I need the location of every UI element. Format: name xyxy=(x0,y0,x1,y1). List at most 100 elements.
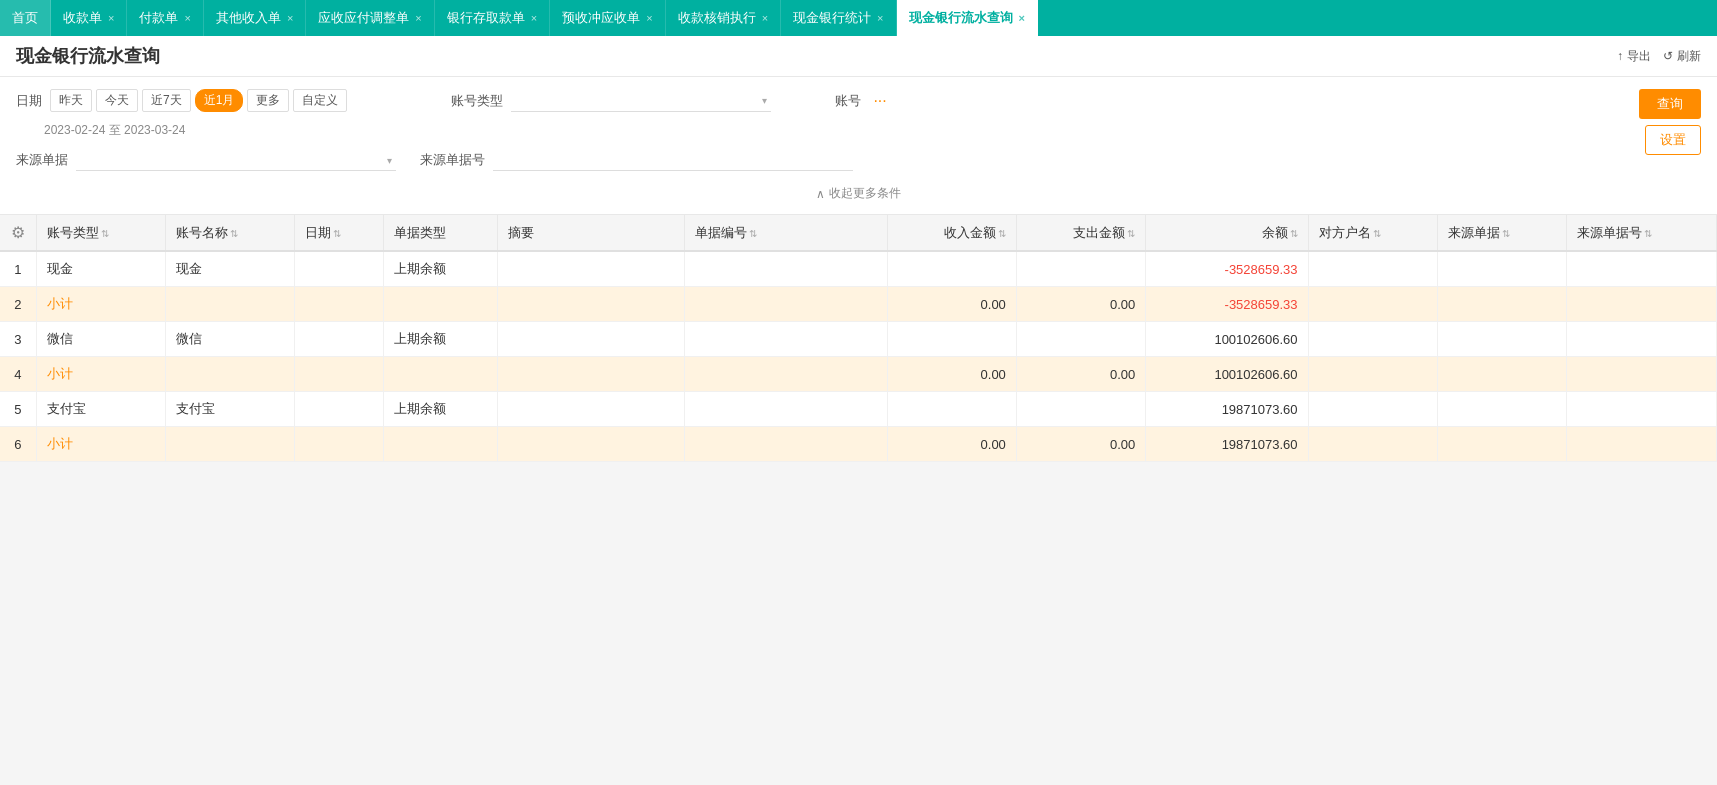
gear-icon: ⚙ xyxy=(11,224,25,241)
nav-item-现金银行流水查询[interactable]: 现金银行流水查询× xyxy=(897,0,1038,36)
nav-item-付款单[interactable]: 付款单× xyxy=(127,0,203,36)
date-1month[interactable]: 近1月 xyxy=(195,89,244,112)
cell-counterparty xyxy=(1308,251,1437,287)
cell-source-doc-no xyxy=(1567,392,1717,427)
cell-doc-no xyxy=(684,392,887,427)
nav-item-应收应付调整单[interactable]: 应收应付调整单× xyxy=(306,0,434,36)
close-icon[interactable]: × xyxy=(287,12,293,24)
cell-account-name xyxy=(165,427,294,462)
col-source-doc-no[interactable]: 来源单据号⇅ xyxy=(1567,215,1717,251)
nav-item-预收冲应收单[interactable]: 预收冲应收单× xyxy=(550,0,665,36)
sort-icon-doc-no: ⇅ xyxy=(749,228,757,239)
filter-area: 日期 昨天 今天 近7天 近1月 更多 自定义 账号类型 xyxy=(0,77,1717,215)
source-doc-select[interactable] xyxy=(76,149,396,171)
close-icon[interactable]: × xyxy=(762,12,768,24)
cell-expense xyxy=(1016,392,1145,427)
nav-item-首页[interactable]: 首页 xyxy=(0,0,51,36)
account-type-label: 账号类型 xyxy=(451,92,503,110)
cell-account-name: 微信 xyxy=(165,322,294,357)
cell-income: 0.00 xyxy=(887,357,1016,392)
table-row: 6小计0.000.0019871073.60 xyxy=(0,427,1717,462)
cell-date xyxy=(295,427,384,462)
col-summary[interactable]: 摘要 xyxy=(497,215,684,251)
filter-left: 日期 昨天 今天 近7天 近1月 更多 自定义 账号类型 xyxy=(16,89,1639,181)
col-account-name[interactable]: 账号名称⇅ xyxy=(165,215,294,251)
filter-row-2: 来源单据 ▾ 来源单据号 xyxy=(16,149,1639,171)
col-account-type[interactable]: 账号类型⇅ xyxy=(36,215,165,251)
cell-counterparty xyxy=(1308,287,1437,322)
cell-doc-type xyxy=(384,287,498,322)
cell-balance: -3528659.33 xyxy=(1146,251,1308,287)
nav-item-银行存取款单[interactable]: 银行存取款单× xyxy=(435,0,550,36)
col-income[interactable]: 收入金额⇅ xyxy=(887,215,1016,251)
date-today[interactable]: 今天 xyxy=(96,89,138,112)
close-icon[interactable]: × xyxy=(1019,12,1025,24)
collapse-label: 收起更多条件 xyxy=(829,185,901,202)
account-type-select[interactable] xyxy=(511,90,771,112)
col-balance[interactable]: 余额⇅ xyxy=(1146,215,1308,251)
settings-button[interactable]: 设置 xyxy=(1645,125,1701,155)
sort-icon-account-name: ⇅ xyxy=(230,228,238,239)
cell-account-type: 小计 xyxy=(36,287,165,322)
cell-income xyxy=(887,322,1016,357)
account-type-group: 账号类型 ▾ xyxy=(451,90,771,112)
source-doc-group: 来源单据 ▾ xyxy=(16,149,396,171)
account-ellipsis[interactable]: ··· xyxy=(869,92,890,110)
cell-date xyxy=(295,392,384,427)
source-doc-input-wrap: ▾ xyxy=(76,149,396,171)
close-icon[interactable]: × xyxy=(646,12,652,24)
cell-doc-type xyxy=(384,357,498,392)
sort-icon-source-doc-no: ⇅ xyxy=(1644,228,1652,239)
table-container: ⚙ 账号类型⇅ 账号名称⇅ 日期⇅ 单据类型 摘要 单据编号⇅ 收入金额⇅ 支出… xyxy=(0,215,1717,462)
cell-doc-no xyxy=(684,287,887,322)
col-expense[interactable]: 支出金额⇅ xyxy=(1016,215,1145,251)
source-doc-label: 来源单据 xyxy=(16,151,68,169)
nav-item-现金银行统计[interactable]: 现金银行统计× xyxy=(781,0,896,36)
close-icon[interactable]: × xyxy=(531,12,537,24)
export-button[interactable]: ↑ 导出 xyxy=(1617,48,1651,65)
col-date[interactable]: 日期⇅ xyxy=(295,215,384,251)
cell-source-doc-no xyxy=(1567,251,1717,287)
sort-icon-expense: ⇅ xyxy=(1127,228,1135,239)
cell-source-doc-no xyxy=(1567,427,1717,462)
cell-id: 3 xyxy=(0,322,36,357)
refresh-button[interactable]: ↺ 刷新 xyxy=(1663,48,1701,65)
close-icon[interactable]: × xyxy=(184,12,190,24)
date-custom[interactable]: 自定义 xyxy=(293,89,347,112)
col-counterparty[interactable]: 对方户名⇅ xyxy=(1308,215,1437,251)
col-source-doc[interactable]: 来源单据⇅ xyxy=(1437,215,1566,251)
export-icon: ↑ xyxy=(1617,49,1623,63)
cell-counterparty xyxy=(1308,322,1437,357)
table-row: 1现金现金上期余额-3528659.33 xyxy=(0,251,1717,287)
top-nav: 首页收款单×付款单×其他收入单×应收应付调整单×银行存取款单×预收冲应收单×收款… xyxy=(0,0,1717,36)
cell-doc-type: 上期余额 xyxy=(384,322,498,357)
query-button[interactable]: 查询 xyxy=(1639,89,1701,119)
sort-icon-source-doc: ⇅ xyxy=(1502,228,1510,239)
filter-row-1: 日期 昨天 今天 近7天 近1月 更多 自定义 账号类型 xyxy=(16,89,1639,112)
cell-income xyxy=(887,251,1016,287)
col-gear[interactable]: ⚙ xyxy=(0,215,36,251)
nav-item-收款单[interactable]: 收款单× xyxy=(51,0,127,36)
date-range-text: 2023-02-24 至 2023-03-24 xyxy=(44,123,185,137)
date-yesterday[interactable]: 昨天 xyxy=(50,89,92,112)
cell-expense: 0.00 xyxy=(1016,357,1145,392)
cell-doc-no xyxy=(684,427,887,462)
filter-main: 日期 昨天 今天 近7天 近1月 更多 自定义 账号类型 xyxy=(16,89,1701,181)
cell-expense: 0.00 xyxy=(1016,287,1145,322)
close-icon[interactable]: × xyxy=(415,12,421,24)
nav-item-其他收入单[interactable]: 其他收入单× xyxy=(204,0,306,36)
close-icon[interactable]: × xyxy=(877,12,883,24)
date-filter-group: 日期 昨天 今天 近7天 近1月 更多 自定义 xyxy=(16,89,347,112)
collapse-bar[interactable]: ∧ 收起更多条件 xyxy=(16,181,1701,202)
close-icon[interactable]: × xyxy=(108,12,114,24)
source-doc-num-input[interactable] xyxy=(493,149,853,171)
cell-balance: 19871073.60 xyxy=(1146,427,1308,462)
date-more[interactable]: 更多 xyxy=(247,89,289,112)
cell-date xyxy=(295,251,384,287)
refresh-icon: ↺ xyxy=(1663,49,1673,63)
cell-expense xyxy=(1016,251,1145,287)
col-doc-type[interactable]: 单据类型 xyxy=(384,215,498,251)
nav-item-收款核销执行[interactable]: 收款核销执行× xyxy=(666,0,781,36)
date-7days[interactable]: 近7天 xyxy=(142,89,191,112)
col-doc-no[interactable]: 单据编号⇅ xyxy=(684,215,887,251)
